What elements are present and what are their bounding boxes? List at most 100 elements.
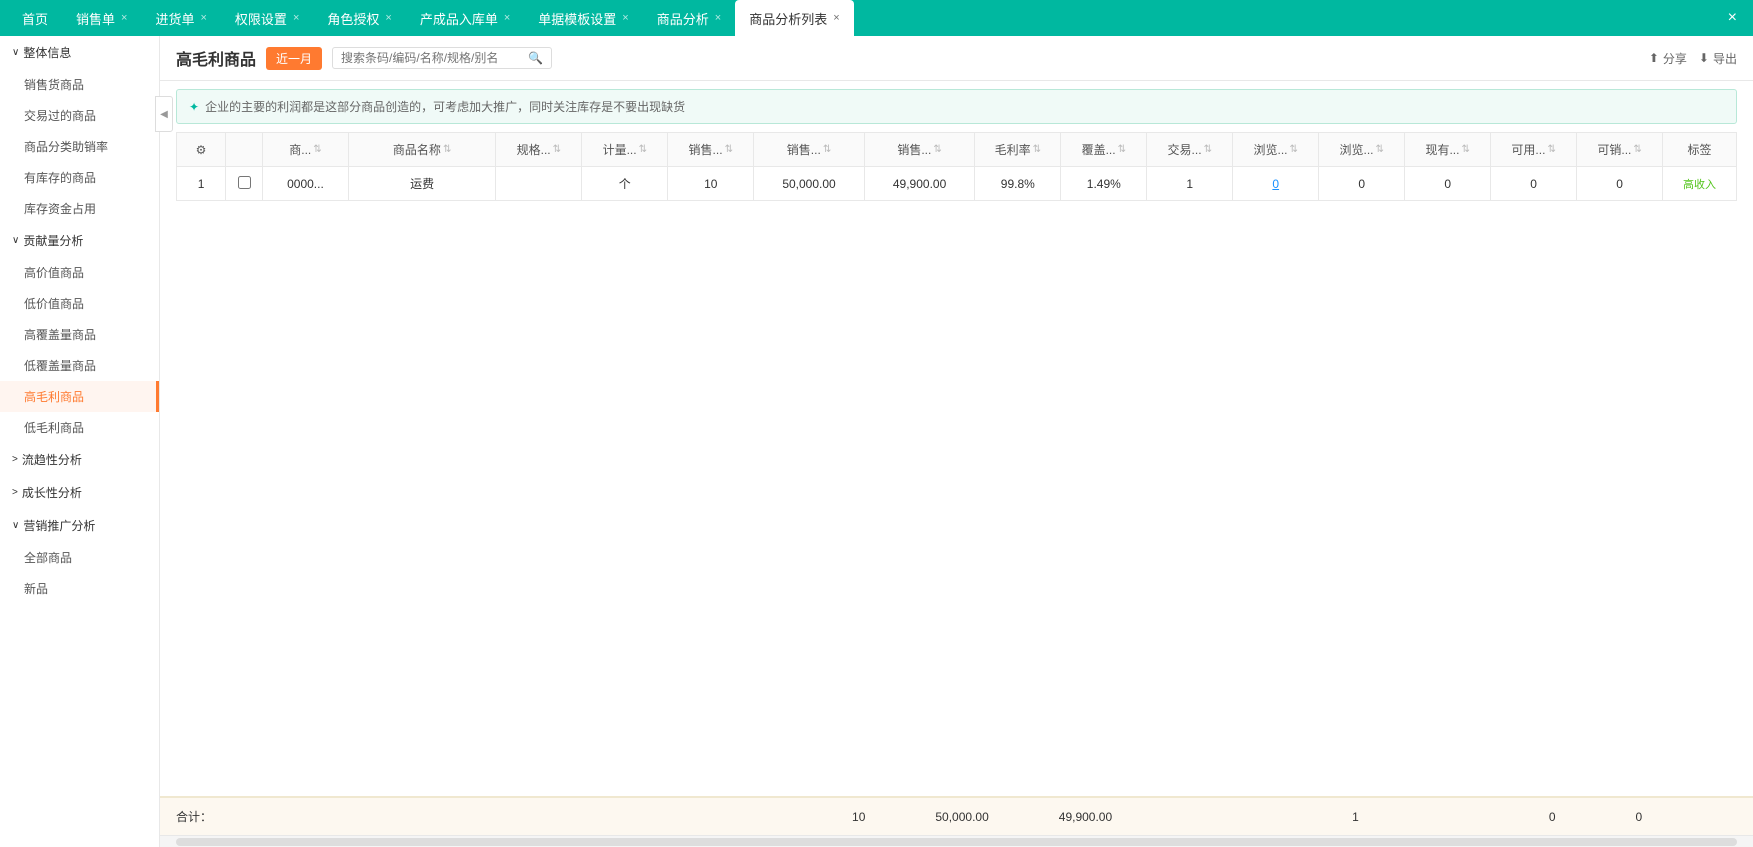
sidebar-item-0-1[interactable]: 交易过的商品 bbox=[0, 100, 159, 131]
share-button[interactable]: ⬆ 分享 bbox=[1649, 50, 1687, 67]
footer-transactions: 1 bbox=[1352, 810, 1359, 824]
col-header-13[interactable]: 浏览...⇅ bbox=[1319, 133, 1405, 167]
group-arrow-4: ∨ bbox=[12, 520, 19, 531]
col-sort-5[interactable]: 计量...⇅ bbox=[603, 141, 647, 158]
bottom-scrollbar[interactable] bbox=[160, 835, 1753, 847]
table-footer: 合计： 10 50,000.00 49,900.00 1 0 0 bbox=[160, 796, 1753, 835]
col-header-9[interactable]: 毛利率⇅ bbox=[975, 133, 1061, 167]
sidebar-item-0-4[interactable]: 库存资金占用 bbox=[0, 193, 159, 224]
sidebar-item-1-2[interactable]: 高覆盖量商品 bbox=[0, 319, 159, 350]
col-header-15[interactable]: 可用...⇅ bbox=[1491, 133, 1577, 167]
col-header-6[interactable]: 销售...⇅ bbox=[668, 133, 754, 167]
col-header-3[interactable]: 商品名称⇅ bbox=[348, 133, 495, 167]
col-header-16[interactable]: 可销...⇅ bbox=[1577, 133, 1663, 167]
row-checkbox[interactable] bbox=[238, 176, 251, 189]
cell-0-11: 1 bbox=[1147, 167, 1233, 201]
col-sort-3[interactable]: 商品名称⇅ bbox=[393, 141, 451, 158]
col-sort-7[interactable]: 销售...⇅ bbox=[787, 141, 831, 158]
col-sort-8[interactable]: 销售...⇅ bbox=[897, 141, 941, 158]
group-label-2: 流趋性分析 bbox=[22, 451, 82, 468]
tab-close-8[interactable]: × bbox=[833, 12, 839, 24]
search-box: 🔍 bbox=[332, 47, 552, 69]
tab-close-5[interactable]: × bbox=[504, 12, 510, 24]
tab-6[interactable]: 单据模板设置× bbox=[524, 0, 642, 36]
tab-0[interactable]: 首页 bbox=[8, 0, 62, 36]
col-sort-6[interactable]: 销售...⇅ bbox=[689, 141, 733, 158]
cell-0-1[interactable] bbox=[226, 167, 263, 201]
close-all-button[interactable]: × bbox=[1720, 9, 1745, 27]
cell-0-9: 99.8% bbox=[975, 167, 1061, 201]
sidebar-item-1-0[interactable]: 高价值商品 bbox=[0, 257, 159, 288]
sort-icon-15: ⇅ bbox=[1547, 144, 1555, 155]
sidebar-item-1-1[interactable]: 低价值商品 bbox=[0, 288, 159, 319]
tab-close-3[interactable]: × bbox=[293, 12, 299, 24]
col-sort-15[interactable]: 可用...⇅ bbox=[1511, 141, 1555, 158]
tab-close-4[interactable]: × bbox=[385, 12, 391, 24]
tab-3[interactable]: 权限设置× bbox=[221, 0, 313, 36]
col-header-8[interactable]: 销售...⇅ bbox=[864, 133, 975, 167]
footer-sales-qty: 10 bbox=[852, 810, 865, 824]
export-button[interactable]: ⬇ 导出 bbox=[1699, 50, 1737, 67]
col-header-11[interactable]: 交易...⇅ bbox=[1147, 133, 1233, 167]
col-sort-4[interactable]: 规格...⇅ bbox=[517, 141, 561, 158]
top-nav: 首页销售单×进货单×权限设置×角色授权×产成品入库单×单据模板设置×商品分析×商… bbox=[0, 0, 1753, 36]
cell-0-17: 高收入 bbox=[1663, 167, 1737, 201]
col-header-12[interactable]: 浏览...⇅ bbox=[1233, 133, 1319, 167]
sidebar-group-1[interactable]: ∨ 贡献量分析 bbox=[0, 224, 159, 257]
sort-icon-3: ⇅ bbox=[443, 144, 451, 155]
col-sort-10[interactable]: 覆盖...⇅ bbox=[1082, 141, 1126, 158]
search-icon[interactable]: 🔍 bbox=[528, 51, 543, 65]
sidebar-item-0-2[interactable]: 商品分类助销率 bbox=[0, 131, 159, 162]
group-label-1: 贡献量分析 bbox=[23, 232, 83, 249]
tab-2[interactable]: 进货单× bbox=[141, 0, 220, 36]
sidebar-group-0[interactable]: ∨整体信息 bbox=[0, 36, 159, 69]
share-icon: ⬆ bbox=[1649, 51, 1659, 65]
tab-8[interactable]: 商品分析列表× bbox=[735, 0, 853, 36]
sidebar-group-4[interactable]: ∨ 营销推广分析 bbox=[0, 509, 159, 542]
tab-7[interactable]: 商品分析× bbox=[643, 0, 735, 36]
sidebar: ∨整体信息销售货商品交易过的商品商品分类助销率有库存的商品库存资金占用 ∨ 贡献量分… bbox=[0, 36, 160, 847]
col-sort-2[interactable]: 商...⇅ bbox=[289, 141, 321, 158]
group-label-4: 营销推广分析 bbox=[23, 517, 95, 534]
header-actions: ⬆ 分享 ⬇ 导出 bbox=[1649, 50, 1737, 67]
sidebar-item-4-0[interactable]: 全部商品 bbox=[0, 542, 159, 573]
scroll-track[interactable] bbox=[176, 838, 1737, 846]
cell-0-0: 1 bbox=[177, 167, 226, 201]
search-input[interactable] bbox=[341, 51, 524, 65]
col-sort-14[interactable]: 现有...⇅ bbox=[1425, 141, 1469, 158]
sidebar-item-1-4[interactable]: 高毛利商品 bbox=[0, 381, 159, 412]
col-sort-9[interactable]: 毛利率⇅ bbox=[995, 141, 1041, 158]
tab-4[interactable]: 角色授权× bbox=[313, 0, 405, 36]
sidebar-collapse-button[interactable]: ◀ bbox=[155, 96, 173, 132]
sidebar-item-1-3[interactable]: 低覆盖量商品 bbox=[0, 350, 159, 381]
col-header-7[interactable]: 销售...⇅ bbox=[754, 133, 865, 167]
sort-icon-9: ⇅ bbox=[1033, 144, 1041, 155]
col-header-2[interactable]: 商...⇅ bbox=[262, 133, 348, 167]
col-header-14[interactable]: 现有...⇅ bbox=[1405, 133, 1491, 167]
tab-close-6[interactable]: × bbox=[622, 12, 628, 24]
sidebar-item-0-0[interactable]: 销售货商品 bbox=[0, 69, 159, 100]
sidebar-item-1-5[interactable]: 低毛利商品 bbox=[0, 412, 159, 443]
col-sort-12[interactable]: 浏览...⇅ bbox=[1254, 141, 1298, 158]
group-label-3: 成长性分析 bbox=[22, 484, 82, 501]
col-sort-16[interactable]: 可销...⇅ bbox=[1597, 141, 1641, 158]
sidebar-group-2[interactable]: >流趋性分析 bbox=[0, 443, 159, 476]
tab-5[interactable]: 产成品入库单× bbox=[406, 0, 524, 36]
period-button[interactable]: 近一月 bbox=[266, 47, 322, 70]
col-header-10[interactable]: 覆盖...⇅ bbox=[1061, 133, 1147, 167]
sidebar-item-0-3[interactable]: 有库存的商品 bbox=[0, 162, 159, 193]
tab-1[interactable]: 销售单× bbox=[62, 0, 141, 36]
tab-close-1[interactable]: × bbox=[121, 12, 127, 24]
sidebar-group-3[interactable]: >成长性分析 bbox=[0, 476, 159, 509]
group-arrow-1: ∨ bbox=[12, 235, 19, 246]
sort-icon-2: ⇅ bbox=[313, 144, 321, 155]
col-header-4[interactable]: 规格...⇅ bbox=[496, 133, 582, 167]
col-header-5[interactable]: 计量...⇅ bbox=[582, 133, 668, 167]
sidebar-item-4-1[interactable]: 新品 bbox=[0, 573, 159, 604]
tab-close-7[interactable]: × bbox=[715, 12, 721, 24]
col-sort-11[interactable]: 交易...⇅ bbox=[1168, 141, 1212, 158]
browse-rate-link[interactable]: 0 bbox=[1272, 177, 1279, 191]
data-table: ⚙商...⇅商品名称⇅规格...⇅计量...⇅销售...⇅销售...⇅销售...… bbox=[176, 132, 1737, 201]
tab-close-2[interactable]: × bbox=[200, 12, 206, 24]
col-sort-13[interactable]: 浏览...⇅ bbox=[1339, 141, 1383, 158]
